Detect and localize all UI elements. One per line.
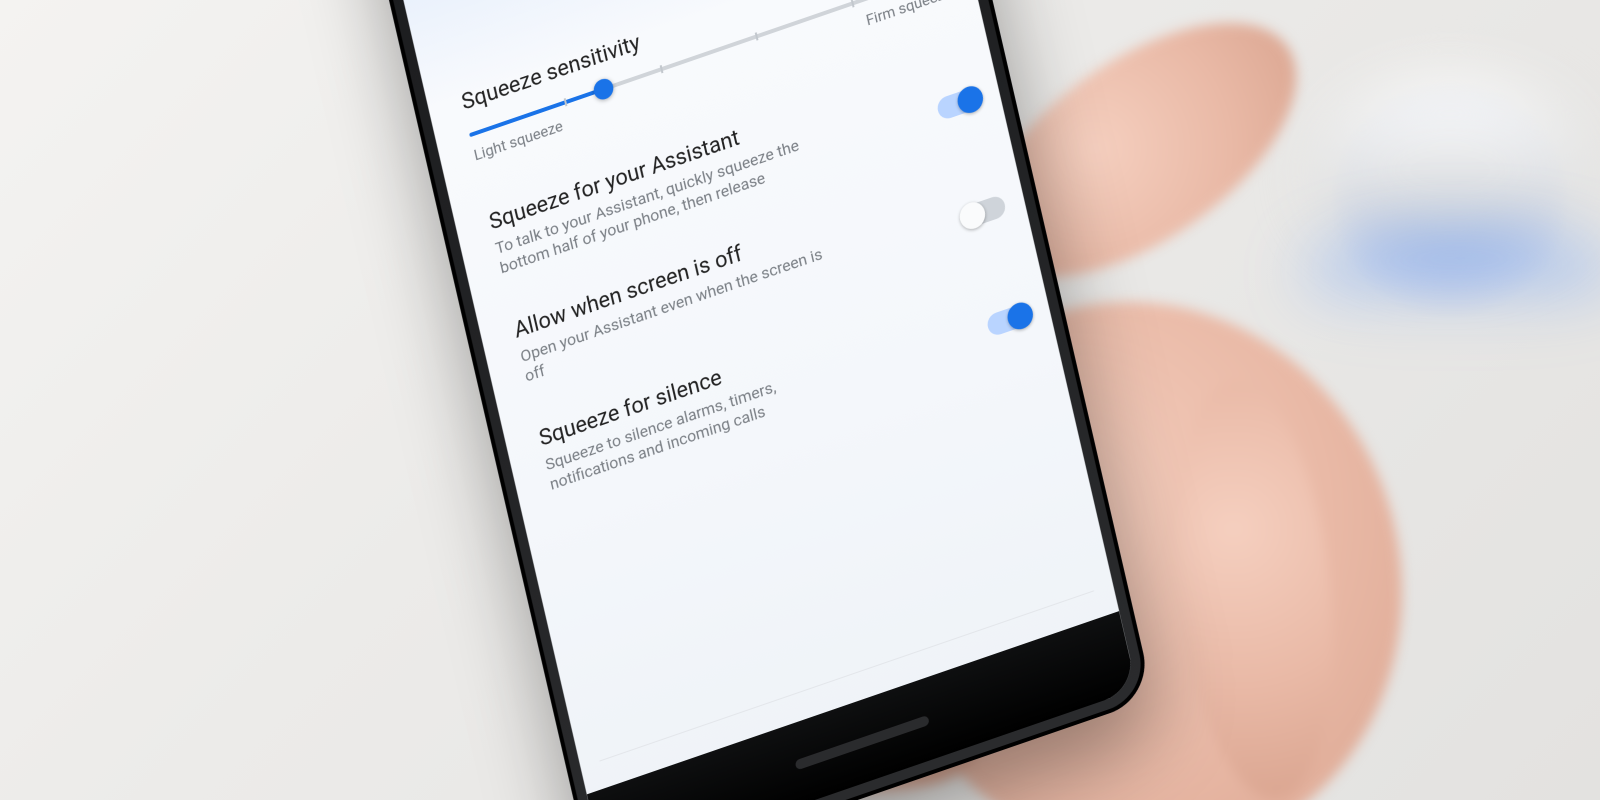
photo-scene: Squeeze sensitivity Light squeeze Firm s… bbox=[0, 0, 1600, 800]
phone-screen: Squeeze sensitivity Light squeeze Firm s… bbox=[371, 0, 1137, 800]
toggle-squeeze-silence[interactable] bbox=[985, 302, 1032, 338]
settings-list: Squeeze sensitivity Light squeeze Firm s… bbox=[459, 0, 1039, 536]
toggle-allow-screen-off[interactable] bbox=[960, 194, 1007, 230]
phone-frame: Squeeze sensitivity Light squeeze Firm s… bbox=[354, 0, 1153, 800]
slider-min-label: Light squeeze bbox=[472, 117, 564, 165]
speaker-grille bbox=[795, 715, 930, 771]
slider-max-label: Firm squeeze bbox=[864, 0, 953, 30]
background-glow bbox=[1300, 230, 1600, 320]
toggle-squeeze-assistant[interactable] bbox=[936, 86, 983, 122]
